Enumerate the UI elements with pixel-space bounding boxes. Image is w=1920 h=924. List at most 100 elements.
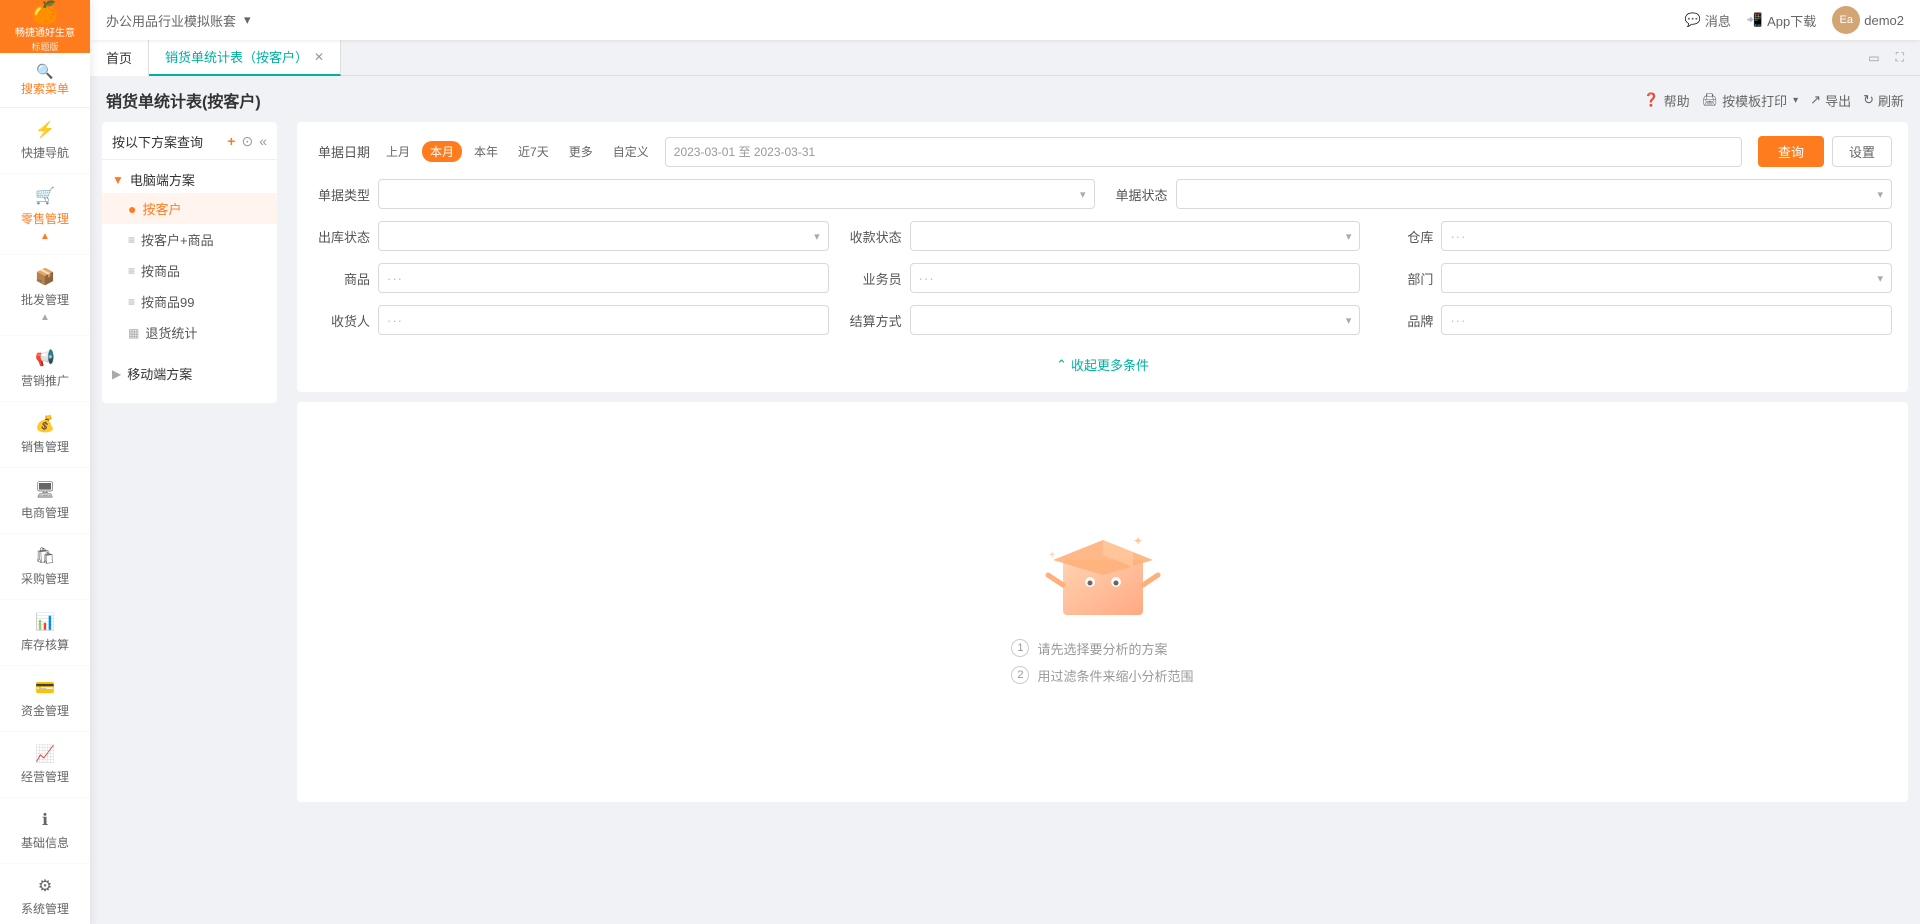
sidebar-item-operation[interactable]: 📈 经营管理 (0, 732, 90, 798)
sidebar-item-retail-mgmt[interactable]: 🛒 零售管理 ▲ (0, 174, 90, 255)
help-btn[interactable]: ❓ 帮助 (1643, 91, 1689, 110)
logo-text: 畅捷通好生意 (15, 28, 75, 40)
department-label: 部门 (1376, 269, 1441, 288)
sidebar-item-sales-mgmt[interactable]: 💰 销售管理 (0, 402, 90, 468)
sidebar-item-wholesale-mgmt[interactable]: 📦 批发管理 ▲ (0, 255, 90, 336)
user-menu[interactable]: Ea demo2 (1832, 6, 1904, 34)
system-icon: ⚙ (38, 876, 52, 896)
warehouse-label: 仓库 (1376, 227, 1441, 246)
by-customer-icon: ● (128, 201, 136, 217)
receiver-dots: ··· (387, 313, 403, 328)
date-tab-custom[interactable]: 自定义 (605, 141, 657, 162)
sidebar-item-purchase[interactable]: 🛍 采购管理 (0, 534, 90, 600)
filter-row-2: 出库状态 ▾ 收款状态 ▾ (313, 221, 1892, 251)
page-title-bar: 销货单统计表(按客户) ❓ 帮助 🖨 按模板打印 ▾ ↗ 导出 ↻ 刷新 (102, 88, 1908, 112)
scheme-item-by-customer-label: 按客户 (142, 199, 181, 218)
print-dropdown-arrow[interactable]: ▾ (1793, 95, 1798, 106)
filter-warehouse: 仓库 ··· (1376, 221, 1892, 251)
warehouse-input[interactable]: ··· (1441, 221, 1892, 251)
tab-home[interactable]: 首页 (90, 40, 149, 76)
header-right: 💬 消息 📲 App下载 Ea demo2 (1685, 6, 1904, 34)
tip-text-1: 请先选择要分析的方案 (1037, 639, 1167, 658)
receiver-label: 收货人 (313, 311, 378, 330)
receiver-input[interactable]: ··· (378, 305, 829, 335)
scheme-item-return-stats[interactable]: ▦ 退货统计 (102, 317, 277, 348)
dropdown-arrow[interactable]: ▾ (244, 12, 251, 28)
scheme-collapse-btn[interactable]: « (259, 133, 267, 150)
product-label: 商品 (313, 269, 378, 288)
scheme-add-btn[interactable]: + (227, 133, 235, 150)
doc-status-input[interactable]: ▾ (1176, 179, 1893, 209)
sidebar-item-quick-nav[interactable]: ⚡ 快捷导航 (0, 108, 90, 174)
export-icon: ↗ (1810, 92, 1821, 108)
maximize-icon[interactable]: ⛶ (1896, 50, 1904, 65)
department-input[interactable]: ▾ (1441, 263, 1892, 293)
export-label: 导出 (1825, 91, 1851, 110)
scheme-item-by-product-99[interactable]: ≡ 按商品99 (102, 286, 277, 317)
scheme-item-by-product[interactable]: ≡ 按商品 (102, 255, 277, 286)
inventory-icon: 📊 (35, 612, 55, 632)
out-status-label: 出库状态 (313, 227, 378, 246)
template-print-btn[interactable]: 🖨 按模板打印 ▾ (1702, 91, 1799, 110)
doc-type-input[interactable]: ▾ (378, 179, 1095, 209)
refresh-label: 刷新 (1878, 91, 1904, 110)
out-status-input[interactable]: ▾ (378, 221, 829, 251)
return-stats-icon: ▦ (128, 326, 139, 340)
filter-settlement: 结算方式 ▾ (845, 305, 1361, 335)
sidebar-item-label: 销售管理 (21, 438, 69, 455)
sidebar-item-marketing[interactable]: 📢 营销推广 (0, 336, 90, 402)
settings-button[interactable]: 设置 (1832, 136, 1892, 167)
query-button[interactable]: 查询 (1758, 136, 1824, 167)
sidebar-item-ecommerce[interactable]: 🖥 电商管理 (0, 468, 90, 534)
minimize-icon[interactable]: ▭ (1868, 51, 1879, 65)
tab-close-icon[interactable]: ✕ (314, 50, 324, 64)
filter-doc-status: 单据状态 ▾ (1111, 179, 1893, 209)
operation-icon: 📈 (35, 744, 55, 764)
date-tab-last-month[interactable]: 上月 (378, 141, 418, 162)
sidebar-search[interactable]: 🔍 搜索菜单 (0, 53, 90, 108)
date-tab-this-year[interactable]: 本年 (466, 141, 506, 162)
date-tab-last-7days[interactable]: 近7天 (510, 141, 557, 162)
sidebar-item-label: 快捷导航 (21, 144, 69, 161)
sidebar-item-basic-info[interactable]: ℹ 基础信息 (0, 798, 90, 864)
settlement-input[interactable]: ▾ (910, 305, 1361, 335)
sidebar-item-inventory[interactable]: 📊 库存核算 (0, 600, 90, 666)
refresh-btn[interactable]: ↻ 刷新 (1863, 91, 1904, 110)
brand-input[interactable]: ··· (1441, 305, 1892, 335)
date-tab-more[interactable]: 更多 (561, 141, 601, 162)
doc-type-label: 单据类型 (313, 185, 378, 204)
scheme-item-label: 按客户+商品 (141, 230, 214, 249)
payment-status-input[interactable]: ▾ (910, 221, 1361, 251)
main-content: 销货单统计表(按客户) ❓ 帮助 🖨 按模板打印 ▾ ↗ 导出 ↻ 刷新 (90, 76, 1920, 924)
app-logo[interactable]: 🍊 畅捷通好生意 标题版 (0, 0, 90, 53)
sidebar-item-label: 系统管理 (21, 900, 69, 917)
scheme-settings-btn[interactable]: ⊙ (241, 133, 253, 150)
app-download-btn[interactable]: 📲 App下载 (1747, 11, 1816, 30)
sidebar-item-system[interactable]: ⚙ 系统管理 (0, 864, 90, 924)
finance-icon: 💳 (35, 678, 55, 698)
salesperson-dots: ··· (919, 271, 935, 286)
scheme-group-mobile-header[interactable]: ▶ 移动端方案 (102, 360, 277, 387)
tab-sales-stats[interactable]: 销货单统计表（按客户） ✕ (149, 40, 341, 76)
export-btn[interactable]: ↗ 导出 (1810, 91, 1851, 110)
retail-icon: 🛒 (35, 186, 55, 206)
product-input[interactable]: ··· (378, 263, 829, 293)
salesperson-input[interactable]: ··· (910, 263, 1361, 293)
scheme-item-by-customer-product[interactable]: ≡ 按客户+商品 (102, 224, 277, 255)
scheme-item-by-customer[interactable]: ● 按客户 (102, 193, 277, 224)
salesperson-label: 业务员 (845, 269, 910, 288)
date-range-input[interactable]: 2023-03-01 至 2023-03-31 (665, 137, 1742, 167)
tab-bar-right: ▭ ⛶ (1868, 50, 1920, 65)
filter-row-4: 收货人 ··· 结算方式 ▾ (313, 305, 1892, 335)
date-tab-this-month[interactable]: 本月 (422, 141, 462, 162)
message-btn[interactable]: 💬 消息 (1685, 11, 1731, 30)
scheme-item-label: 退货统计 (145, 323, 197, 342)
logo-icon: 🍊 (31, 0, 58, 26)
scheme-group-desktop-header[interactable]: ▼ 电脑端方案 (102, 166, 277, 193)
payment-status-label: 收款状态 (845, 227, 910, 246)
sidebar-item-finance[interactable]: 💳 资金管理 (0, 666, 90, 732)
empty-illustration: ✦ ✦ (1043, 520, 1163, 623)
collapse-row[interactable]: ⌃ 收起更多条件 (313, 347, 1892, 378)
header-left: 办公用品行业模拟账套 ▾ (106, 11, 251, 30)
doc-type-arrow: ▾ (1080, 188, 1086, 201)
